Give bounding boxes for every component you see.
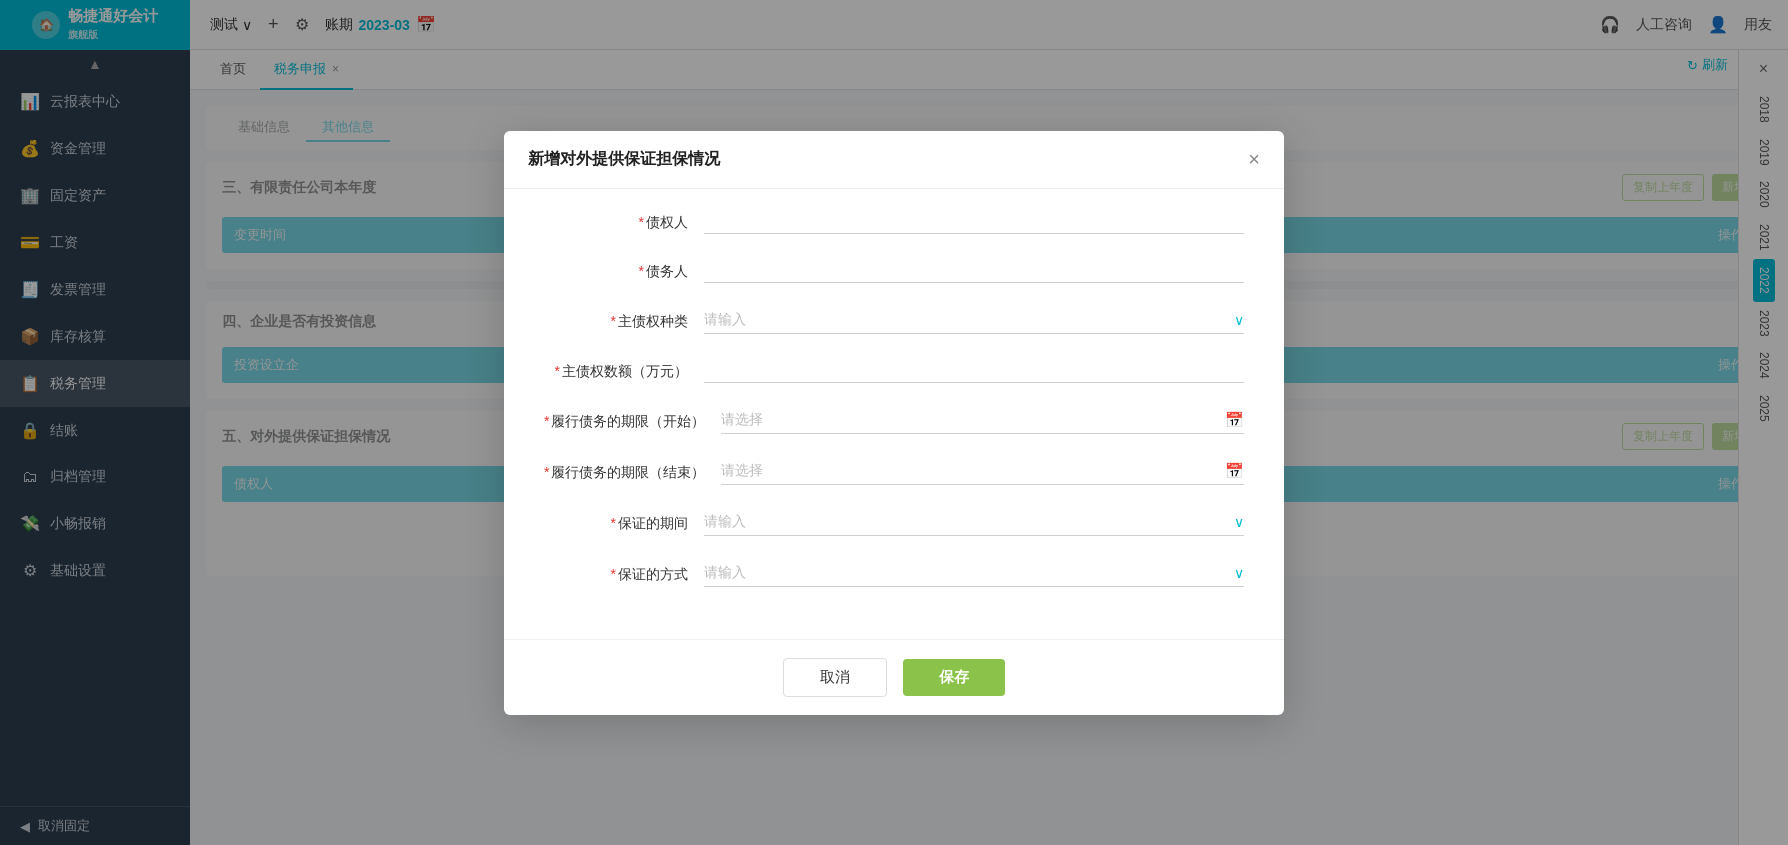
chevron-down-icon-debt-type: ∨ <box>1234 312 1244 328</box>
label-creditor: *债权人 <box>544 214 704 232</box>
date-wrap-period-end[interactable]: 请选择 📅 <box>721 462 1244 485</box>
modal-footer: 取消 保存 <box>504 639 1284 715</box>
label-period-start: *履行债务的期限（开始） <box>544 413 721 431</box>
modal-title: 新增对外提供保证担保情况 <box>528 149 720 170</box>
label-debt-type: *主债权种类 <box>544 313 704 331</box>
required-mark-period-start: * <box>544 413 549 429</box>
required-mark-period-end: * <box>544 464 549 480</box>
select-wrap-guarantee-method[interactable]: 请输入 ∨ <box>704 564 1244 587</box>
input-debt-amount[interactable] <box>704 362 1244 378</box>
input-wrap-debt-amount <box>704 362 1244 383</box>
field-period-start: *履行债务的期限（开始） 请选择 📅 <box>544 411 1244 434</box>
label-debt-amount: *主债权数额（万元） <box>544 363 704 381</box>
save-button[interactable]: 保存 <box>903 659 1005 696</box>
calendar-icon-start: 📅 <box>1225 411 1244 429</box>
cancel-button[interactable]: 取消 <box>783 658 887 697</box>
required-mark-debtor: * <box>639 263 644 279</box>
field-guarantee-period: *保证的期间 请输入 ∨ <box>544 513 1244 536</box>
modal-close-button[interactable]: × <box>1248 149 1260 169</box>
field-creditor: *债权人 <box>544 213 1244 234</box>
field-debtor: *债务人 <box>544 262 1244 283</box>
period-end-placeholder: 请选择 <box>721 462 1225 480</box>
period-start-placeholder: 请选择 <box>721 411 1225 429</box>
required-mark-guarantee-method: * <box>611 566 616 582</box>
guarantee-method-placeholder: 请输入 <box>704 564 1234 582</box>
select-wrap-guarantee-period[interactable]: 请输入 ∨ <box>704 513 1244 536</box>
field-debt-amount: *主债权数额（万元） <box>544 362 1244 383</box>
chevron-down-icon-guarantee-method: ∨ <box>1234 565 1244 581</box>
modal-header: 新增对外提供保证担保情况 × <box>504 131 1284 189</box>
debt-type-placeholder: 请输入 <box>704 311 1234 329</box>
input-wrap-creditor <box>704 213 1244 234</box>
label-guarantee-method: *保证的方式 <box>544 566 704 584</box>
modal-overlay: 新增对外提供保证担保情况 × *债权人 *债务人 <box>0 0 1788 845</box>
field-debt-type: *主债权种类 请输入 ∨ <box>544 311 1244 334</box>
guarantee-period-placeholder: 请输入 <box>704 513 1234 531</box>
modal-body: *债权人 *债务人 <box>504 189 1284 639</box>
modal-scroll-content: *债权人 *债务人 <box>504 189 1284 639</box>
field-period-end: *履行债务的期限（结束） 请选择 📅 <box>544 462 1244 485</box>
label-guarantee-period: *保证的期间 <box>544 515 704 533</box>
date-wrap-period-start[interactable]: 请选择 📅 <box>721 411 1244 434</box>
required-mark-debt-amount: * <box>555 363 560 379</box>
label-period-end: *履行债务的期限（结束） <box>544 464 721 482</box>
input-creditor[interactable] <box>704 213 1244 229</box>
required-mark-debt-type: * <box>611 313 616 329</box>
calendar-icon-end: 📅 <box>1225 462 1244 480</box>
input-wrap-debtor <box>704 262 1244 283</box>
field-guarantee-method: *保证的方式 请输入 ∨ <box>544 564 1244 587</box>
chevron-down-icon-guarantee-period: ∨ <box>1234 514 1244 530</box>
required-mark-guarantee-period: * <box>611 515 616 531</box>
modal-dialog: 新增对外提供保证担保情况 × *债权人 *债务人 <box>504 131 1284 715</box>
required-mark-creditor: * <box>639 214 644 230</box>
select-wrap-debt-type[interactable]: 请输入 ∨ <box>704 311 1244 334</box>
label-debtor: *债务人 <box>544 263 704 281</box>
input-debtor[interactable] <box>704 262 1244 278</box>
